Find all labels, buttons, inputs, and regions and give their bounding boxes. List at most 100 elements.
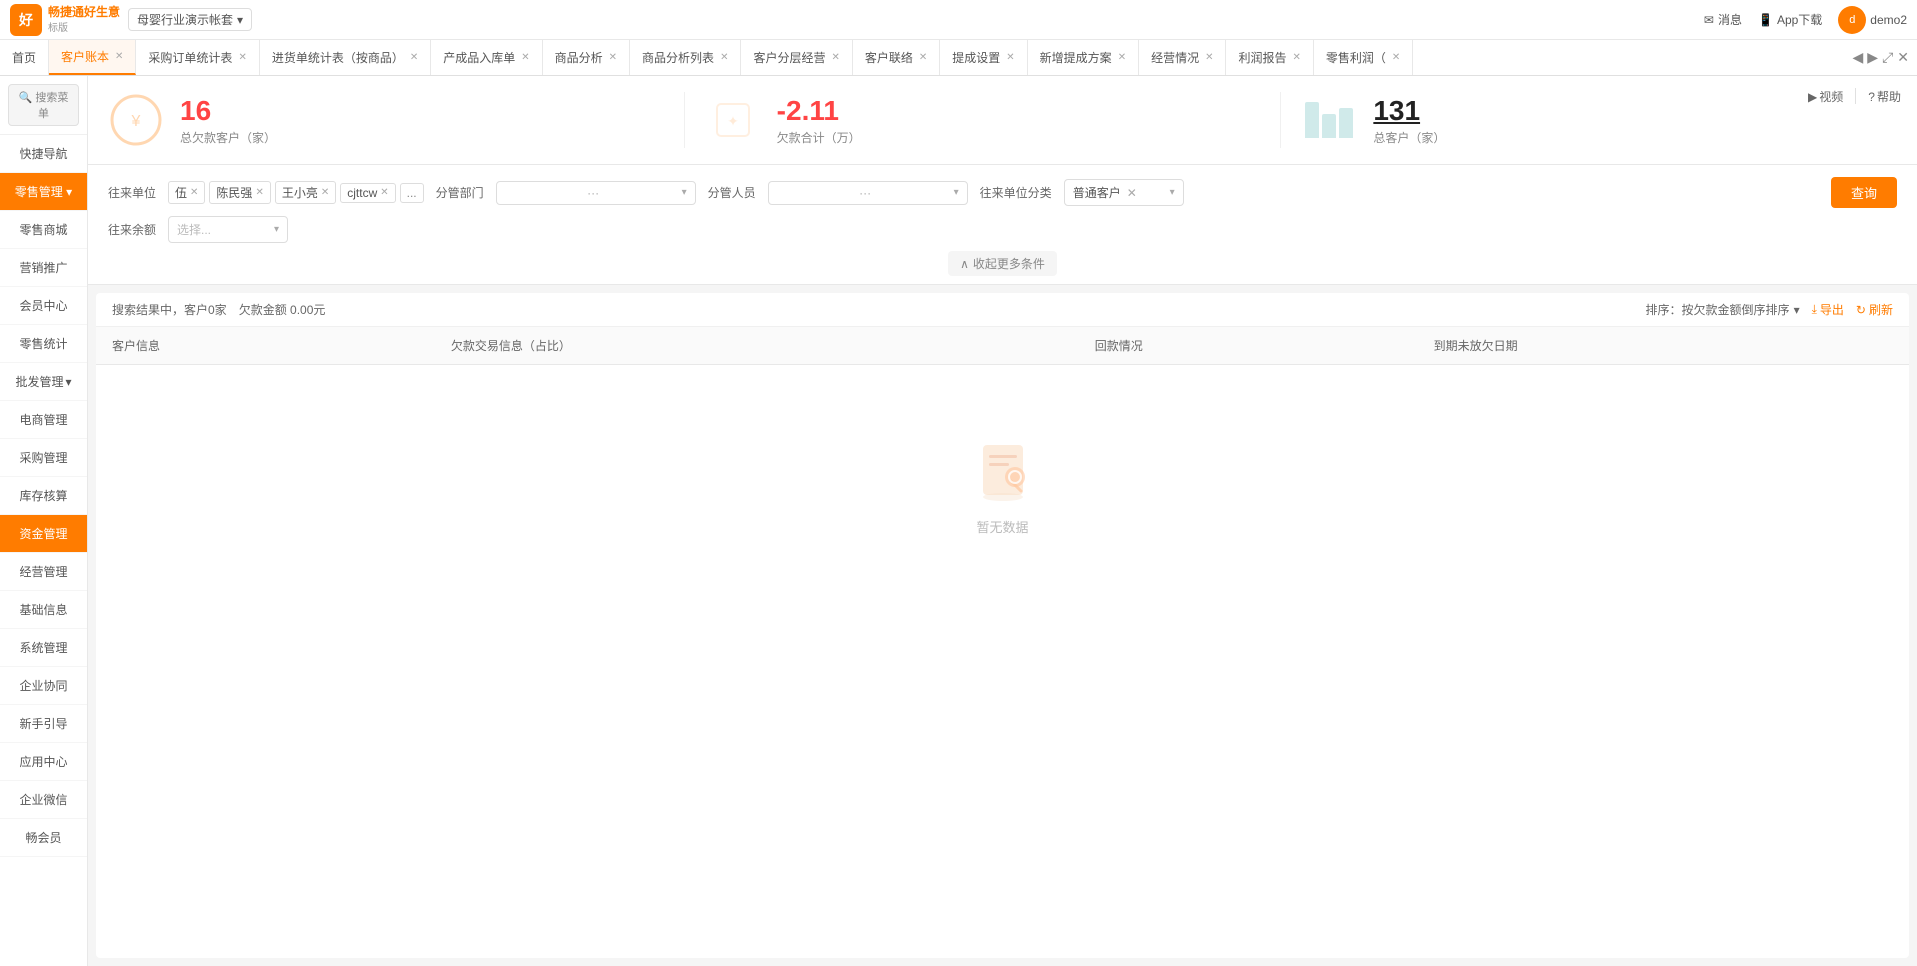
sidebar-item-enterprise-wechat[interactable]: 企业微信 <box>0 781 87 819</box>
dept-more-icon: ··· <box>587 186 599 200</box>
sidebar-item-retail-mall[interactable]: 零售商城 <box>0 211 87 249</box>
collapse-label: 收起更多条件 <box>973 255 1045 272</box>
tab-product-stock-close[interactable]: ✕ <box>521 52 529 63</box>
tab-product-analysis-list-close[interactable]: ✕ <box>720 52 728 63</box>
person-filter-select[interactable]: ··· ▾ <box>768 181 968 205</box>
filter-more-button[interactable]: ... <box>400 183 424 203</box>
app-download-button[interactable]: 📱 App下载 <box>1758 11 1822 28</box>
filter-tag-wang-close[interactable]: ✕ <box>321 187 329 198</box>
tab-customer-contact[interactable]: 客户联络 ✕ <box>853 40 940 75</box>
tab-purchase-order-close[interactable]: ✕ <box>238 52 246 63</box>
filter-tag-wu-close[interactable]: ✕ <box>190 187 198 198</box>
tab-product-analysis[interactable]: 商品分析 ✕ <box>543 40 630 75</box>
tab-customer-contact-label: 客户联络 <box>865 49 913 66</box>
tab-promotion-settings[interactable]: 提成设置 ✕ <box>940 40 1027 75</box>
user-profile[interactable]: d demo2 <box>1838 6 1907 34</box>
tab-promotion-settings-close[interactable]: ✕ <box>1006 52 1014 63</box>
sidebar-item-basic-info[interactable]: 基础信息 <box>0 591 87 629</box>
sidebar-item-vip-member[interactable]: 畅会员 <box>0 819 87 857</box>
tab-expand-icon[interactable]: ⤢ <box>1882 49 1893 66</box>
filter-tag-wang[interactable]: 王小亮 ✕ <box>275 181 336 204</box>
sidebar-ecommerce-mgmt-label: 电商管理 <box>19 413 67 427</box>
search-menu-button[interactable]: 🔍 搜索菜单 <box>8 84 79 126</box>
filter-area: 往来单位 伍 ✕ 陈民强 ✕ 王小亮 ✕ cjttcw <box>88 165 1917 285</box>
chevron-down-icon: ▾ <box>237 13 243 27</box>
sidebar-item-purchase-mgmt[interactable]: 采购管理 <box>0 439 87 477</box>
tab-profit-report[interactable]: 利润报告 ✕ <box>1226 40 1313 75</box>
sidebar-item-operation-mgmt[interactable]: 经营管理 <box>0 553 87 591</box>
sidebar-item-system-mgmt[interactable]: 系统管理 <box>0 629 87 667</box>
tab-customer-contact-close[interactable]: ✕ <box>919 52 927 63</box>
tab-purchase-order[interactable]: 采购订单统计表 ✕ <box>136 40 259 75</box>
tab-home[interactable]: 首页 <box>0 40 49 75</box>
tab-purchase-order-label: 采购订单统计表 <box>148 49 232 66</box>
sort-icon: ▾ <box>1794 303 1800 317</box>
stat-info-customers: 16 总欠款客户（家） <box>180 94 276 147</box>
filter-tag-wu[interactable]: 伍 ✕ <box>168 181 205 204</box>
filter-tag-chen-text: 陈民强 <box>216 184 252 201</box>
filter-tag-wang-text: 王小亮 <box>282 184 318 201</box>
export-button[interactable]: ⤓ 导出 <box>1812 301 1844 318</box>
search-menu-label: 搜索菜单 <box>35 92 68 120</box>
sidebar-item-app-center[interactable]: 应用中心 <box>0 743 87 781</box>
tab-product-analysis-label: 商品分析 <box>555 49 603 66</box>
dept-filter-select[interactable]: ··· ▾ <box>496 181 696 205</box>
refresh-button[interactable]: ↻ 刷新 <box>1856 301 1893 318</box>
download-icon: 📱 <box>1758 13 1773 27</box>
message-icon: ✉ <box>1704 13 1714 27</box>
tab-customer-segment-close[interactable]: ✕ <box>831 52 839 63</box>
tab-close-all-icon[interactable]: ✕ <box>1897 49 1909 66</box>
message-button[interactable]: ✉ 消息 <box>1704 11 1742 28</box>
sort-button[interactable]: 排序：按欠款金额倒序排序 ▾ <box>1646 301 1800 318</box>
sidebar-system-mgmt-label: 系统管理 <box>19 641 67 655</box>
tab-stock-stats[interactable]: 进货单统计表（按商品） ✕ <box>260 40 431 75</box>
tab-product-analysis-list[interactable]: 商品分析列表 ✕ <box>630 40 741 75</box>
stat-icon-total <box>1301 92 1357 148</box>
balance-filter-select[interactable]: 选择... ▾ <box>168 216 288 243</box>
account-selector[interactable]: 母婴行业演示帐套 ▾ <box>128 8 252 31</box>
tab-retail-profit[interactable]: 零售利润（ ✕ <box>1314 40 1413 75</box>
content-area: ¥ 16 总欠款客户（家） ✦ -2.11 欠款合计（ <box>88 76 1917 966</box>
table-header-row: 客户信息 欠款交易信息（占比） 回款情况 到期未放欠日期 <box>96 327 1909 365</box>
tab-customer-segment[interactable]: 客户分层经营 ✕ <box>741 40 852 75</box>
tab-account-close[interactable]: ✕ <box>115 51 123 62</box>
tab-product-analysis-close[interactable]: ✕ <box>609 52 617 63</box>
tab-retail-profit-close[interactable]: ✕ <box>1392 52 1400 63</box>
sidebar-item-finance-mgmt[interactable]: 资金管理 <box>0 515 87 553</box>
sidebar-app-center-label: 应用中心 <box>19 755 67 769</box>
tab-biz-overview[interactable]: 经营情况 ✕ <box>1139 40 1226 75</box>
tab-stock-stats-close[interactable]: ✕ <box>410 52 418 63</box>
tab-new-promotion[interactable]: 新增提成方案 ✕ <box>1028 40 1139 75</box>
sidebar-item-retail-stats[interactable]: 零售统计 <box>0 325 87 363</box>
tab-prev-icon[interactable]: ◀ <box>1853 49 1864 66</box>
tab-next-icon[interactable]: ▶ <box>1867 49 1878 66</box>
sidebar-item-quick-nav[interactable]: 快捷导航 <box>0 135 87 173</box>
sidebar-item-marketing[interactable]: 营销推广 <box>0 249 87 287</box>
sidebar-item-ecommerce-mgmt[interactable]: 电商管理 <box>0 401 87 439</box>
sidebar-item-enterprise-coop[interactable]: 企业协同 <box>0 667 87 705</box>
tab-new-promotion-close[interactable]: ✕ <box>1118 52 1126 63</box>
sidebar-item-wholesale-mgmt[interactable]: 批发管理 ▾ <box>0 363 87 401</box>
video-button[interactable]: ▶ 视频 <box>1808 88 1843 105</box>
sidebar-item-inventory[interactable]: 库存核算 <box>0 477 87 515</box>
help-button[interactable]: ? 帮助 <box>1868 88 1901 105</box>
unit-class-select[interactable]: 普通客户 ✕ ▾ <box>1064 179 1184 206</box>
unit-class-clear[interactable]: ✕ <box>1127 186 1137 200</box>
query-button[interactable]: 查询 <box>1831 177 1897 208</box>
sidebar-member-center-label: 会员中心 <box>19 299 67 313</box>
sidebar-item-retail-mgmt[interactable]: 零售管理 ▾ <box>0 173 87 211</box>
filter-tag-chen[interactable]: 陈民强 ✕ <box>209 181 270 204</box>
filter-tag-cjttcw[interactable]: cjttcw ✕ <box>340 183 395 203</box>
sidebar-item-member-center[interactable]: 会员中心 <box>0 287 87 325</box>
filter-tag-cjttcw-text: cjttcw <box>347 186 377 200</box>
sidebar-quick-nav-label: 快捷导航 <box>19 147 67 161</box>
collapse-button[interactable]: ∧ 收起更多条件 <box>948 251 1057 276</box>
dept-filter-label: 分管部门 <box>436 184 484 201</box>
tab-product-stock[interactable]: 产成品入库单 ✕ <box>431 40 542 75</box>
filter-tag-cjttcw-close[interactable]: ✕ <box>380 187 388 198</box>
tab-profit-report-close[interactable]: ✕ <box>1293 52 1301 63</box>
sidebar-item-new-guide[interactable]: 新手引导 <box>0 705 87 743</box>
filter-tag-chen-close[interactable]: ✕ <box>255 187 263 198</box>
tab-account[interactable]: 客户账本 ✕ <box>49 40 136 75</box>
tab-biz-overview-close[interactable]: ✕ <box>1205 52 1213 63</box>
